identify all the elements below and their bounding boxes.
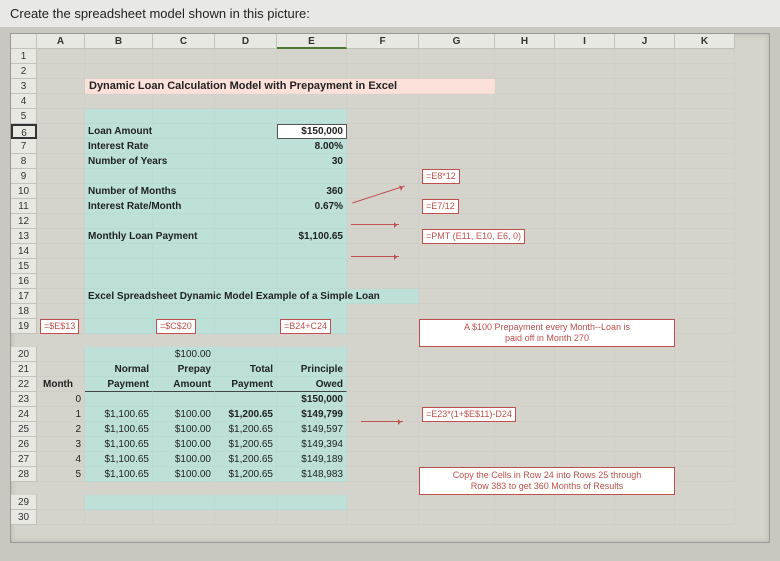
col-F[interactable]: F: [347, 34, 419, 49]
row-17[interactable]: 17: [11, 289, 37, 304]
value-loan-amount[interactable]: $150,000: [277, 124, 347, 139]
row-10[interactable]: 10: [11, 184, 37, 199]
hdr-prepay: Prepay: [153, 362, 215, 377]
row-13[interactable]: 13: [11, 229, 37, 244]
value-months[interactable]: 360: [277, 184, 347, 199]
hdr-payment2: Payment: [215, 377, 277, 392]
page-instruction: Create the spreadsheet model shown in th…: [0, 0, 780, 27]
row-24[interactable]: 24: [11, 407, 37, 422]
row-22[interactable]: 22: [11, 377, 37, 392]
table-row[interactable]: 5: [37, 467, 85, 482]
row-9[interactable]: 9: [11, 169, 37, 184]
cell[interactable]: [37, 49, 85, 64]
hdr-owed: Owed: [277, 377, 347, 392]
table-row[interactable]: 2: [37, 422, 85, 437]
value-monthly-payment[interactable]: $1,100.65: [277, 229, 347, 244]
corner-cell[interactable]: [11, 34, 37, 49]
section-header: Excel Spreadsheet Dynamic Model Example …: [85, 289, 419, 304]
row-4[interactable]: 4: [11, 94, 37, 109]
col-I[interactable]: I: [555, 34, 615, 49]
formula-c20: =$C$20: [153, 319, 215, 334]
col-H[interactable]: H: [495, 34, 555, 49]
row-15[interactable]: 15: [11, 259, 37, 274]
table-row[interactable]: 0: [37, 392, 85, 407]
arrow-icon: [351, 256, 399, 257]
formula-e13: =$E$13: [37, 319, 85, 334]
value-years[interactable]: 30: [277, 154, 347, 169]
label-loan-amount: Loan Amount: [85, 124, 215, 139]
row-19[interactable]: 19: [11, 319, 37, 334]
col-E[interactable]: E: [277, 34, 347, 49]
table-row[interactable]: 1: [37, 407, 85, 422]
col-C[interactable]: C: [153, 34, 215, 49]
formula-rate-month: =E7/12: [419, 199, 495, 214]
row-8[interactable]: 8: [11, 154, 37, 169]
col-D[interactable]: D: [215, 34, 277, 49]
row-1[interactable]: 1: [11, 49, 37, 64]
row-18[interactable]: 18: [11, 304, 37, 319]
row-3[interactable]: 3: [11, 79, 37, 94]
formula-pmt: =PMT (E11, E10, E6, 0): [419, 229, 555, 244]
prepay-note: A $100 Prepayment every Month--Loan ispa…: [419, 319, 675, 347]
row-30[interactable]: 30: [11, 510, 37, 525]
spreadsheet[interactable]: A B C D E F G H I J K 1 2 3 Dynamic Loan…: [10, 33, 770, 543]
hdr-payment: Payment: [85, 377, 153, 392]
row-26[interactable]: 26: [11, 437, 37, 452]
col-A[interactable]: A: [37, 34, 85, 49]
row-14[interactable]: 14: [11, 244, 37, 259]
value-interest-rate[interactable]: 8.00%: [277, 139, 347, 154]
arrow-icon: [361, 421, 403, 422]
formula-months: =E8*12: [419, 169, 495, 184]
value-rate-month[interactable]: 0.67%: [277, 199, 347, 214]
hdr-principle: Principle: [277, 362, 347, 377]
row-28[interactable]: 28: [11, 467, 37, 482]
model-title: Dynamic Loan Calculation Model with Prep…: [85, 79, 495, 94]
row-6[interactable]: 6: [11, 124, 37, 139]
row-23[interactable]: 23: [11, 392, 37, 407]
row-11[interactable]: 11: [11, 199, 37, 214]
col-K[interactable]: K: [675, 34, 735, 49]
col-G[interactable]: G: [419, 34, 495, 49]
row-25[interactable]: 25: [11, 422, 37, 437]
label-years: Number of Years: [85, 154, 215, 169]
label-monthly-payment: Monthly Loan Payment: [85, 229, 215, 244]
row-21[interactable]: 21: [11, 362, 37, 377]
hdr-amount: Amount: [153, 377, 215, 392]
formula-e23: =E23*(1+$E$11)-D24: [419, 407, 555, 422]
col-B[interactable]: B: [85, 34, 153, 49]
row-16[interactable]: 16: [11, 274, 37, 289]
table-row[interactable]: 3: [37, 437, 85, 452]
row-12[interactable]: 12: [11, 214, 37, 229]
copy-note: Copy the Cells in Row 24 into Rows 25 th…: [419, 467, 675, 495]
hdr-total: Total: [215, 362, 277, 377]
row-27[interactable]: 27: [11, 452, 37, 467]
hdr-month: Month: [37, 377, 85, 392]
formula-b24c24: =B24+C24: [277, 319, 347, 334]
table-row[interactable]: 4: [37, 452, 85, 467]
label-months: Number of Months: [85, 184, 215, 199]
arrow-icon: [351, 224, 399, 225]
col-J[interactable]: J: [615, 34, 675, 49]
row-5[interactable]: 5: [11, 109, 37, 124]
row-7[interactable]: 7: [11, 139, 37, 154]
label-interest-rate: Interest Rate: [85, 139, 215, 154]
hdr-normal: Normal: [85, 362, 153, 377]
row-2[interactable]: 2: [11, 64, 37, 79]
row-20[interactable]: 20: [11, 347, 37, 362]
prepay-amount[interactable]: $100.00: [153, 347, 215, 362]
row-29[interactable]: 29: [11, 495, 37, 510]
label-rate-month: Interest Rate/Month: [85, 199, 215, 214]
